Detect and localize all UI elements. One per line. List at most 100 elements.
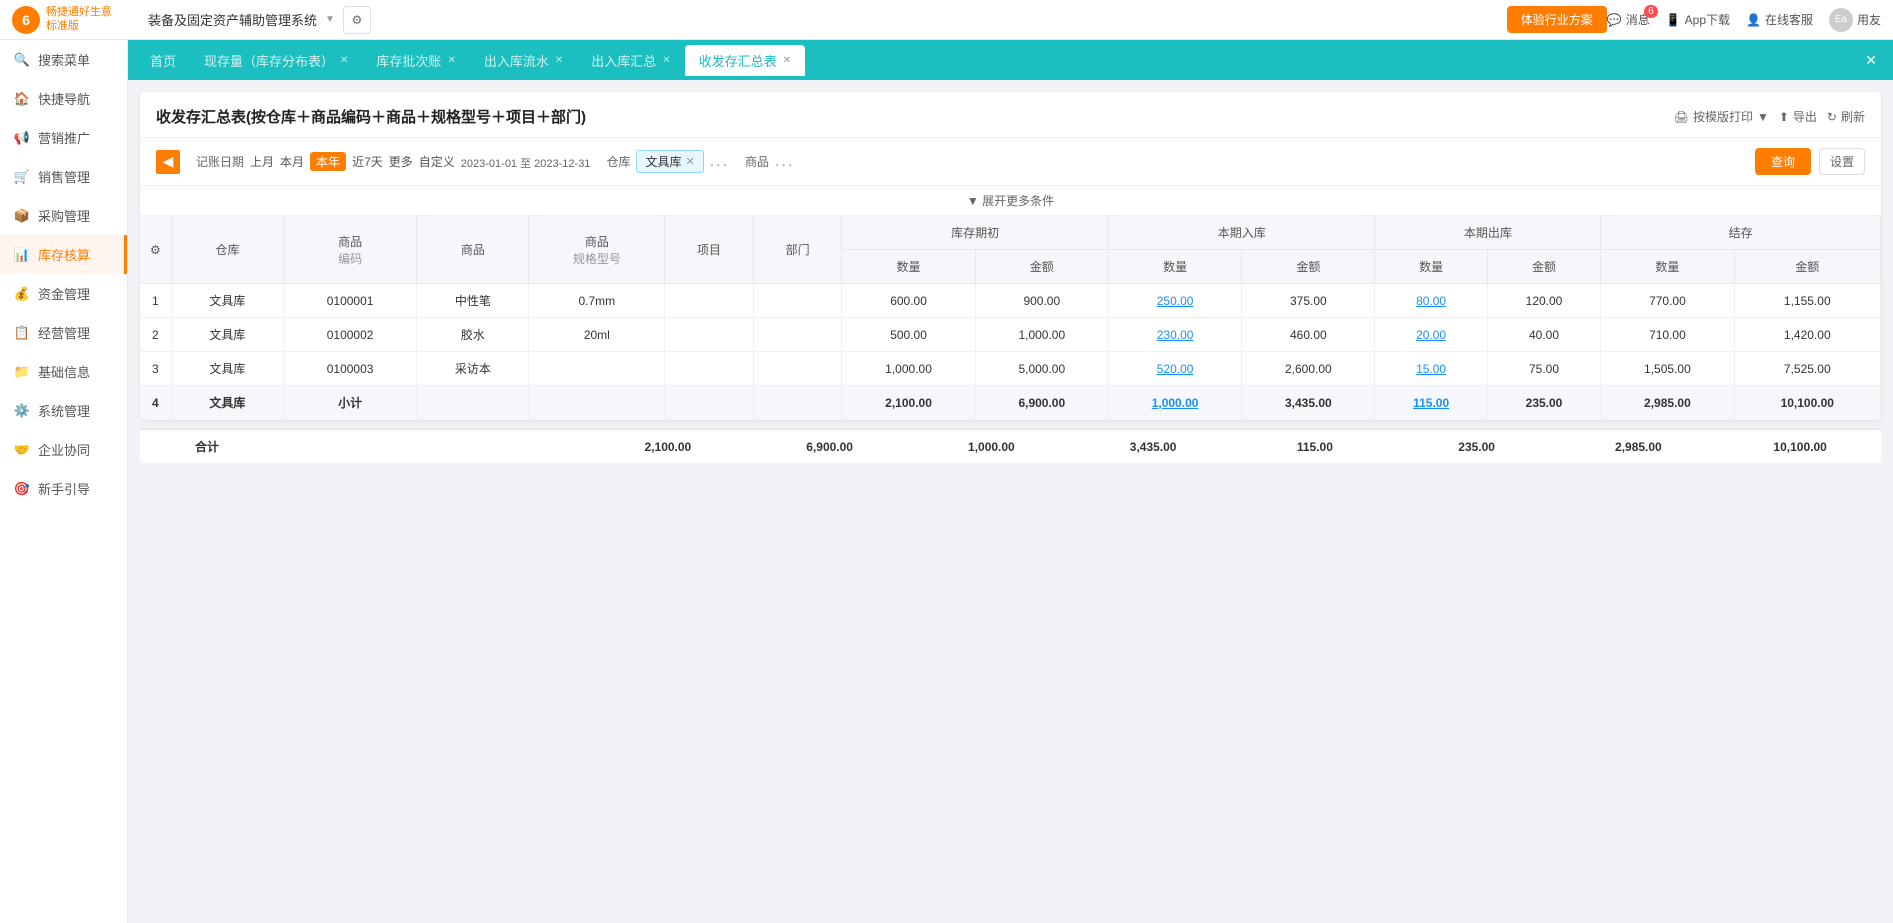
user-menu[interactable]: Ea 用友 <box>1829 8 1881 32</box>
warehouse-more-button[interactable]: ... <box>710 153 729 171</box>
total-in-qty: 1,000.00 <box>911 440 1073 454</box>
close-all-tabs-button[interactable]: ✕ <box>1857 52 1885 69</box>
row1-in-qty[interactable]: 250.00 <box>1108 284 1241 318</box>
row1-no: 1 <box>140 284 171 318</box>
messages-button[interactable]: 💬 消息 6 <box>1607 11 1650 28</box>
subtotal-out-amt: 235.00 <box>1487 386 1601 420</box>
app-download-button[interactable]: 📱 App下载 <box>1666 11 1730 28</box>
row3-out-qty[interactable]: 15.00 <box>1375 352 1487 386</box>
logo-area: 6 畅捷通好生意 标准版 <box>12 6 140 34</box>
col-out-amt: 金额 <box>1487 250 1601 284</box>
col-settings[interactable]: ⚙ <box>140 216 171 284</box>
expand-more-bar[interactable]: ▼ 展开更多条件 <box>140 186 1881 216</box>
tab-inout-summary[interactable]: 出入库汇总 ✕ <box>577 45 684 76</box>
col-spec-header: 商品规格型号 <box>529 216 665 284</box>
settings-icon-button[interactable]: ⚙ <box>343 6 371 34</box>
row3-open-amt: 5,000.00 <box>975 352 1108 386</box>
col-warehouse-header: 仓库 <box>171 216 283 284</box>
filter-toggle-icon: ◀ <box>163 153 174 170</box>
tab-bar: 首页 现存量（库存分布表） ✕ 库存批次账 ✕ 出入库流水 ✕ 出入库汇总 ✕ <box>128 40 1893 80</box>
col-name-header: 商品 <box>417 216 529 284</box>
export-button[interactable]: ⬆ 导出 <box>1779 108 1817 125</box>
corp-icon: 🤝 <box>14 442 30 458</box>
sidebar-item-guide[interactable]: 🎯 新手引导 <box>0 469 127 508</box>
row1-out-qty[interactable]: 80.00 <box>1375 284 1487 318</box>
trial-button[interactable]: 体验行业方案 <box>1507 6 1607 33</box>
tab-close-inout-summary[interactable]: ✕ <box>662 55 670 66</box>
date-last-month[interactable]: 上月 <box>250 153 274 170</box>
subtotal-in-qty[interactable]: 1,000.00 <box>1108 386 1241 420</box>
tab-close-inout-flow[interactable]: ✕ <box>555 55 563 66</box>
query-button[interactable]: 查询 <box>1755 148 1811 175</box>
row1-spec: 0.7mm <box>529 284 665 318</box>
sidebar-item-search[interactable]: 🔍 搜索菜单 <box>0 40 127 79</box>
row2-warehouse: 文具库 <box>171 318 283 352</box>
tab-close-recv-send[interactable]: ✕ <box>783 55 791 66</box>
tab-close-batch[interactable]: ✕ <box>447 55 455 66</box>
date-7days[interactable]: 近7天 <box>352 153 383 170</box>
total-out-qty: 115.00 <box>1234 440 1396 454</box>
row3-spec <box>529 352 665 386</box>
sidebar-item-system[interactable]: ⚙️ 系统管理 <box>0 391 127 430</box>
tab-stock-dist[interactable]: 现存量（库存分布表） ✕ <box>190 45 362 76</box>
sidebar-item-operations[interactable]: 📋 经营管理 <box>0 313 127 352</box>
col-out-header: 本期出库 <box>1375 216 1601 250</box>
row3-bal-amt: 7,525.00 <box>1734 352 1880 386</box>
warehouse-tag-close[interactable]: ✕ <box>685 155 694 168</box>
row2-in-qty[interactable]: 230.00 <box>1108 318 1241 352</box>
date-more[interactable]: 更多 <box>389 153 413 170</box>
date-this-month[interactable]: 本月 <box>280 153 304 170</box>
sidebar-item-corp[interactable]: 🤝 企业协同 <box>0 430 127 469</box>
row3-dept <box>753 352 842 386</box>
tab-recv-send[interactable]: 收发存汇总表 ✕ <box>685 45 805 76</box>
subtotal-bal-qty: 2,985.00 <box>1601 386 1734 420</box>
sidebar-item-finance[interactable]: 💰 资金管理 <box>0 274 127 313</box>
sidebar-item-purchase[interactable]: 📦 采购管理 <box>0 196 127 235</box>
total-open-amt: 6,900.00 <box>749 440 911 454</box>
page-title: 收发存汇总表(按仓库＋商品编码＋商品＋规格型号＋项目＋部门) <box>156 106 586 127</box>
col-in-qty: 数量 <box>1108 250 1241 284</box>
logo-icon: 6 <box>12 6 40 34</box>
table-settings-button[interactable]: 设置 <box>1819 148 1865 175</box>
subtotal-open-amt: 6,900.00 <box>975 386 1108 420</box>
col-bal-qty: 数量 <box>1601 250 1734 284</box>
sidebar-item-sales[interactable]: 🛒 销售管理 <box>0 157 127 196</box>
tab-close-stock-dist[interactable]: ✕ <box>340 55 348 66</box>
row1-dept <box>753 284 842 318</box>
refresh-button[interactable]: ↻ 刷新 <box>1827 108 1865 125</box>
row2-out-qty[interactable]: 20.00 <box>1375 318 1487 352</box>
row3-in-qty[interactable]: 520.00 <box>1108 352 1241 386</box>
goods-more-button[interactable]: ... <box>775 153 794 171</box>
online-service-button[interactable]: 👤 在线客服 <box>1746 11 1813 28</box>
filter-toggle-button[interactable]: ◀ <box>156 150 180 174</box>
operations-icon: 📋 <box>14 325 30 341</box>
sidebar-item-inventory[interactable]: 📊 库存核算 <box>0 235 127 274</box>
print-button[interactable]: 🖨 按模版打印 ▼ <box>1674 108 1769 125</box>
inventory-icon: 📊 <box>14 247 30 263</box>
finance-icon: 💰 <box>14 286 30 302</box>
sidebar: 🔍 搜索菜单 🏠 快捷导航 📢 营销推广 🛒 销售管理 📦 采购管理 📊 <box>0 40 128 923</box>
subtotal-row: 4 文具库 小计 2,100.00 6,900.00 1,000.0 <box>140 386 1881 420</box>
row3-warehouse: 文具库 <box>171 352 283 386</box>
tab-home[interactable]: 首页 <box>136 45 190 76</box>
sidebar-item-marketing[interactable]: 📢 营销推广 <box>0 118 127 157</box>
top-right-area: 💬 消息 6 📱 App下载 👤 在线客服 Ea 用友 <box>1607 8 1881 32</box>
sidebar-item-quick[interactable]: 🏠 快捷导航 <box>0 79 127 118</box>
date-custom[interactable]: 自定义 <box>419 153 455 170</box>
filter-bar: ◀ 记账日期 上月 本月 本年 近7天 更多 自定义 <box>140 138 1881 186</box>
row1-bal-amt: 1,155.00 <box>1734 284 1880 318</box>
total-open-qty: 2,100.00 <box>587 440 749 454</box>
date-this-year[interactable]: 本年 <box>310 152 346 171</box>
col-open-qty: 数量 <box>842 250 975 284</box>
title-dropdown-icon[interactable]: ▼ <box>325 14 335 25</box>
row3-code: 0100003 <box>283 352 416 386</box>
row1-in-amt: 375.00 <box>1242 284 1375 318</box>
tab-inout-flow[interactable]: 出入库流水 ✕ <box>470 45 577 76</box>
subtotal-out-qty[interactable]: 115.00 <box>1375 386 1487 420</box>
sidebar-item-basic[interactable]: 📁 基础信息 <box>0 352 127 391</box>
tab-batch[interactable]: 库存批次账 ✕ <box>362 45 469 76</box>
row1-open-qty: 600.00 <box>842 284 975 318</box>
date-links: 上月 本月 本年 近7天 更多 自定义 <box>250 152 455 171</box>
col-in-amt: 金额 <box>1242 250 1375 284</box>
total-in-amt: 3,435.00 <box>1072 440 1234 454</box>
